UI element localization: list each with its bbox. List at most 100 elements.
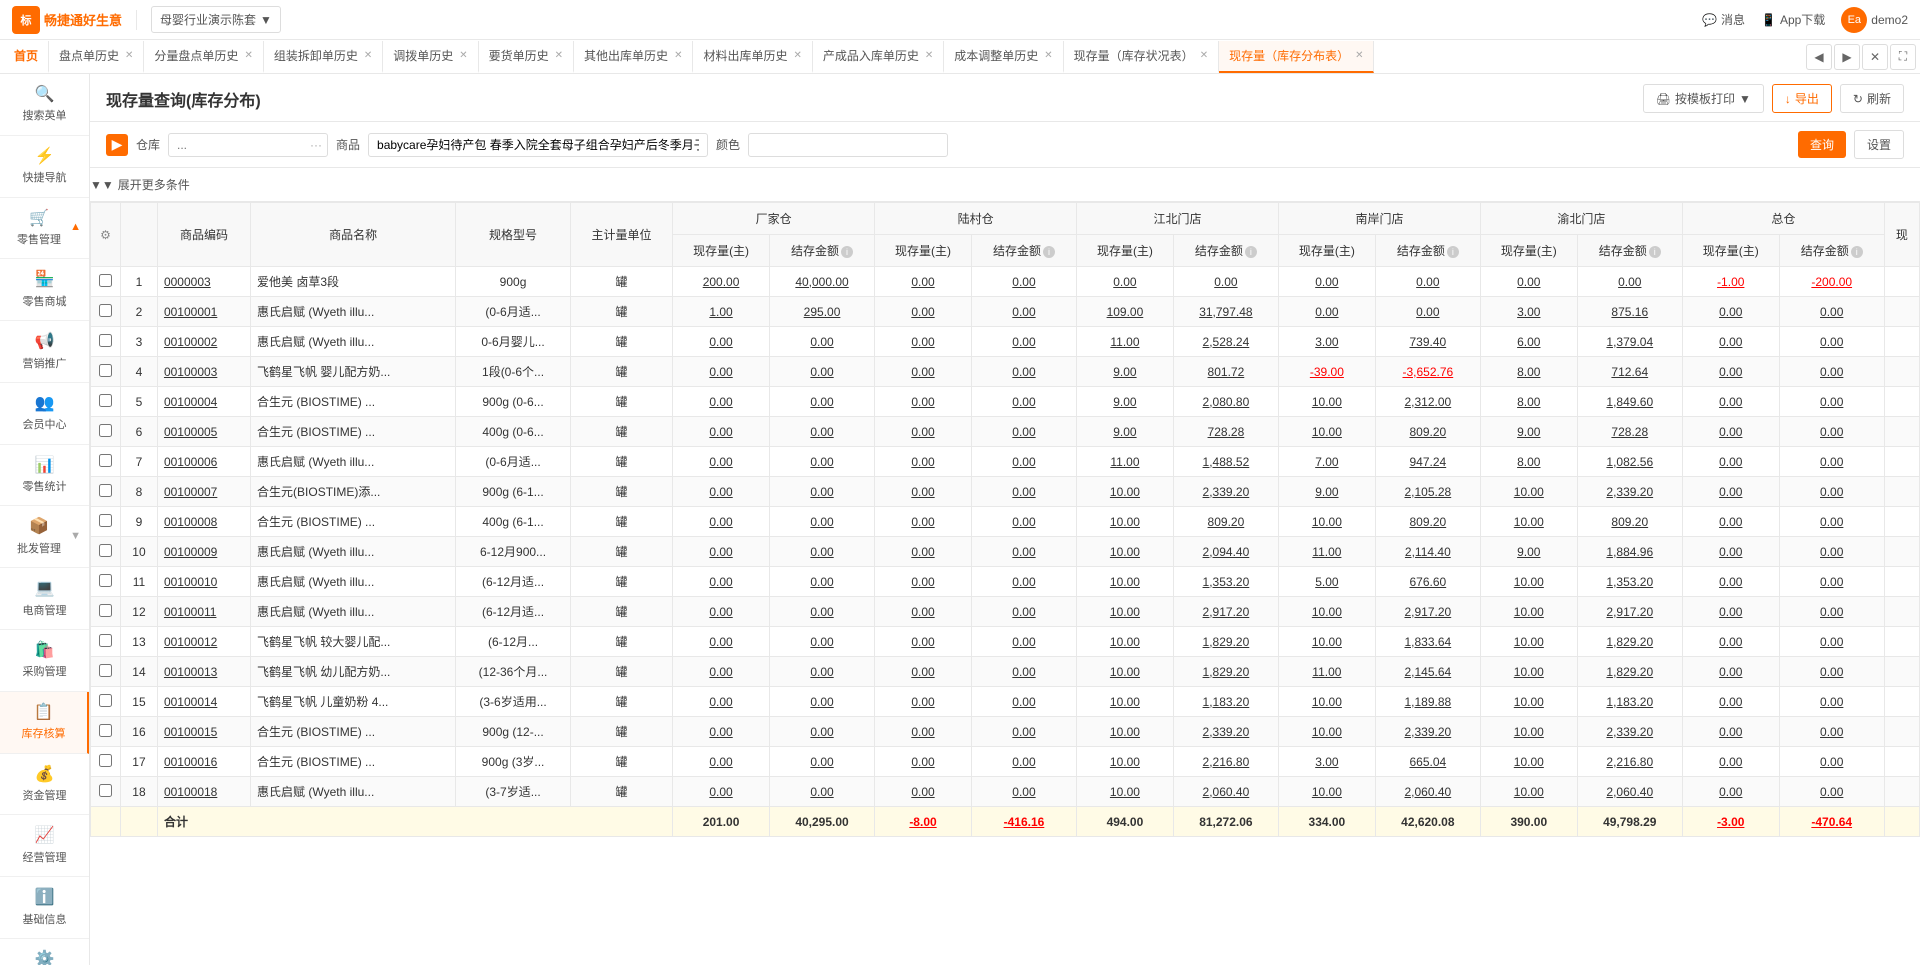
cell-jb-amt[interactable]: 2,060.40 [1173, 777, 1278, 807]
cell-na-qty[interactable]: 11.00 [1279, 537, 1376, 567]
cell-na-amt[interactable]: 0.00 [1375, 267, 1480, 297]
cell-na-qty[interactable]: 10.00 [1279, 717, 1376, 747]
cell-select[interactable] [91, 357, 121, 387]
cell-na-amt[interactable]: 1,833.64 [1375, 627, 1480, 657]
message-btn[interactable]: 💬 消息 [1702, 11, 1745, 28]
cell-cj-amt[interactable]: 0.00 [769, 537, 874, 567]
cell-cj-amt[interactable]: 0.00 [769, 627, 874, 657]
cell-yb-amt[interactable]: 1,353.20 [1577, 567, 1682, 597]
cell-lc-qty[interactable]: 0.00 [875, 447, 972, 477]
cell-na-amt[interactable]: 2,060.40 [1375, 777, 1480, 807]
cell-zc-amt[interactable]: 0.00 [1779, 507, 1884, 537]
cell-lc-amt[interactable]: 0.00 [971, 357, 1076, 387]
cell-lc-amt[interactable]: 0.00 [971, 597, 1076, 627]
settings-btn[interactable]: 设置 [1854, 130, 1904, 159]
close-icon[interactable]: ✕ [793, 50, 801, 61]
cell-jb-amt[interactable]: 31,797.48 [1173, 297, 1278, 327]
cell-cj-qty[interactable]: 0.00 [673, 687, 770, 717]
cell-jb-amt[interactable]: 809.20 [1173, 507, 1278, 537]
cell-na-amt[interactable]: 947.24 [1375, 447, 1480, 477]
tab-cailiao[interactable]: 材料出库单历史 ✕ [693, 41, 812, 73]
cell-jb-amt[interactable]: 801.72 [1173, 357, 1278, 387]
tab-next-btn[interactable]: ▶ [1834, 44, 1860, 70]
cell-lc-qty[interactable]: 0.00 [875, 267, 972, 297]
cell-jb-amt[interactable]: 2,216.80 [1173, 747, 1278, 777]
cell-jb-amt[interactable]: 2,528.24 [1173, 327, 1278, 357]
cell-cj-qty[interactable]: 1.00 [673, 297, 770, 327]
sidebar-item-base[interactable]: ℹ️ 基础信息 [0, 877, 89, 939]
cell-cj-amt[interactable]: 0.00 [769, 327, 874, 357]
sidebar-item-marketing[interactable]: 📢 营销推广 [0, 321, 89, 383]
cell-cj-qty[interactable]: 0.00 [673, 537, 770, 567]
cell-cj-qty[interactable]: 0.00 [673, 477, 770, 507]
cell-cj-amt[interactable]: 0.00 [769, 387, 874, 417]
tab-diaobo[interactable]: 调拨单历史 ✕ [383, 41, 478, 73]
cell-jb-amt[interactable]: 1,488.52 [1173, 447, 1278, 477]
cell-select[interactable] [91, 297, 121, 327]
cell-na-qty[interactable]: 9.00 [1279, 477, 1376, 507]
cell-na-amt[interactable]: 676.60 [1375, 567, 1480, 597]
cell-na-amt[interactable]: 665.04 [1375, 747, 1480, 777]
cell-zc-amt[interactable]: 0.00 [1779, 327, 1884, 357]
cell-jb-qty[interactable]: 10.00 [1077, 507, 1174, 537]
tab-zuhe[interactable]: 组装拆卸单历史 ✕ [264, 41, 383, 73]
cell-na-amt[interactable]: 2,917.20 [1375, 597, 1480, 627]
cell-na-amt[interactable]: 739.40 [1375, 327, 1480, 357]
row-checkbox[interactable] [99, 694, 112, 707]
cell-code[interactable]: 00100011 [157, 597, 250, 627]
row-checkbox[interactable] [99, 424, 112, 437]
cell-lc-qty[interactable]: 0.00 [875, 657, 972, 687]
cell-select[interactable] [91, 417, 121, 447]
cell-cj-qty[interactable]: 200.00 [673, 267, 770, 297]
sidebar-item-retail-mgmt[interactable]: 🛒 零售管理 ▲ [0, 198, 89, 260]
cell-code[interactable]: 00100007 [157, 477, 250, 507]
cell-lc-qty[interactable]: 0.00 [875, 297, 972, 327]
cell-jb-amt[interactable]: 2,339.20 [1173, 717, 1278, 747]
cell-code[interactable]: 00100003 [157, 357, 250, 387]
cell-zc-amt[interactable]: 0.00 [1779, 687, 1884, 717]
cell-code[interactable]: 00100009 [157, 537, 250, 567]
cell-yb-qty[interactable]: 10.00 [1480, 597, 1577, 627]
cell-zc-amt[interactable]: 0.00 [1779, 717, 1884, 747]
expand-filter-btn[interactable]: ▼▼ 展开更多条件 [90, 172, 190, 197]
cell-select[interactable] [91, 387, 121, 417]
row-checkbox[interactable] [99, 634, 112, 647]
info-icon[interactable]: i [1245, 246, 1257, 258]
cell-na-amt[interactable]: 809.20 [1375, 507, 1480, 537]
cell-code[interactable]: 00100016 [157, 747, 250, 777]
close-icon[interactable]: ✕ [555, 50, 563, 61]
cell-zc-qty[interactable]: 0.00 [1682, 537, 1779, 567]
cell-select[interactable] [91, 267, 121, 297]
warehouse-input[interactable] [168, 133, 328, 157]
row-checkbox[interactable] [99, 604, 112, 617]
cell-yb-qty[interactable]: 8.00 [1480, 387, 1577, 417]
cell-zc-qty[interactable]: 0.00 [1682, 747, 1779, 777]
row-checkbox[interactable] [99, 514, 112, 527]
cell-jb-qty[interactable]: 109.00 [1077, 297, 1174, 327]
cell-code[interactable]: 00100018 [157, 777, 250, 807]
cell-yb-amt[interactable]: 2,339.20 [1577, 477, 1682, 507]
sidebar-item-retail-stats[interactable]: 📊 零售统计 [0, 445, 89, 507]
cell-jb-qty[interactable]: 10.00 [1077, 597, 1174, 627]
cell-cj-qty[interactable]: 0.00 [673, 417, 770, 447]
cell-zc-amt[interactable]: 0.00 [1779, 777, 1884, 807]
cell-zc-qty[interactable]: 0.00 [1682, 417, 1779, 447]
row-checkbox[interactable] [99, 304, 112, 317]
close-icon[interactable]: ✕ [1200, 50, 1208, 61]
app-download-btn[interactable]: 📱 App下载 [1761, 11, 1825, 28]
cell-yb-qty[interactable]: 10.00 [1480, 567, 1577, 597]
cell-na-amt[interactable]: 0.00 [1375, 297, 1480, 327]
cell-cj-amt[interactable]: 40,000.00 [769, 267, 874, 297]
cell-yb-amt[interactable]: 1,829.20 [1577, 627, 1682, 657]
cell-select[interactable] [91, 657, 121, 687]
cell-jb-amt[interactable]: 728.28 [1173, 417, 1278, 447]
cell-na-qty[interactable]: 3.00 [1279, 747, 1376, 777]
cell-jb-amt[interactable]: 1,353.20 [1173, 567, 1278, 597]
tab-expand-btn[interactable]: ⛶ [1890, 44, 1916, 70]
cell-yb-amt[interactable]: 2,339.20 [1577, 717, 1682, 747]
cell-select[interactable] [91, 507, 121, 537]
cell-na-qty[interactable]: 10.00 [1279, 507, 1376, 537]
cell-zc-amt[interactable]: 0.00 [1779, 447, 1884, 477]
cell-na-amt[interactable]: 2,339.20 [1375, 717, 1480, 747]
cell-jb-qty[interactable]: 10.00 [1077, 537, 1174, 567]
